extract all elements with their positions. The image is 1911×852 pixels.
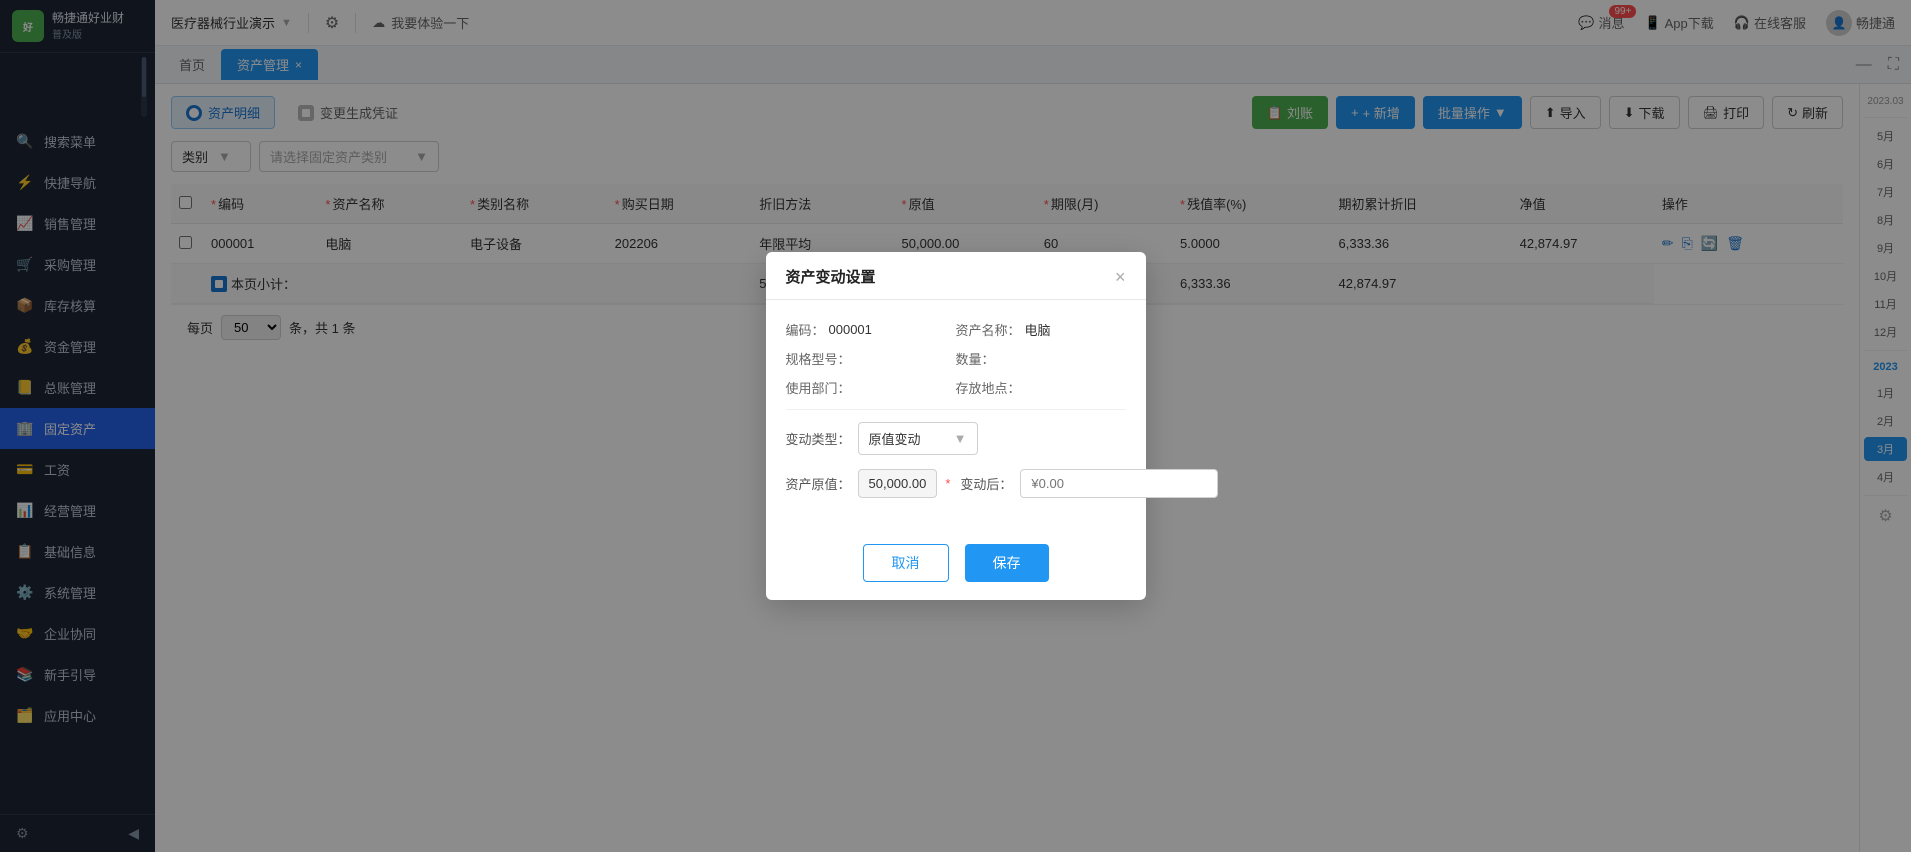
modal-spec-label: 规格型号：: [786, 349, 851, 368]
modal-code-item: 编码： 000001: [786, 320, 956, 339]
modal-name-label: 资产名称：: [956, 320, 1021, 339]
modal-spec-item: 规格型号：: [786, 349, 956, 368]
change-type-select[interactable]: 原值变动 ▼: [858, 422, 978, 455]
modal-overlay[interactable]: 资产变动设置 × 编码： 000001 资产名称： 电脑 规格型号：: [0, 0, 1911, 852]
modal-original-value-display: 50,000.00: [858, 469, 938, 498]
modal-original-value-label: 资产原值：: [786, 474, 858, 493]
modal-code-value: 000001: [829, 322, 872, 337]
required-star: *: [945, 476, 950, 491]
modal-name-value: 电脑: [1025, 320, 1051, 339]
modal-qty-item: 数量：: [956, 349, 1126, 368]
save-button[interactable]: 保存: [965, 544, 1049, 582]
modal-code-label: 编码：: [786, 320, 825, 339]
modal-location-label: 存放地点：: [956, 378, 1021, 397]
modal-change-type-label: 变动类型：: [786, 429, 858, 448]
modal-name-item: 资产名称： 电脑: [956, 320, 1126, 339]
modal-value-row: 资产原值： 50,000.00 * 变动后：: [786, 469, 1126, 498]
change-type-value: 原值变动: [869, 429, 921, 448]
modal-change-type-control: 原值变动 ▼: [858, 422, 1126, 455]
modal-footer: 取消 保存: [766, 532, 1146, 600]
asset-change-modal: 资产变动设置 × 编码： 000001 资产名称： 电脑 规格型号：: [766, 252, 1146, 600]
modal-close-button[interactable]: ×: [1115, 268, 1126, 286]
modal-dept-label: 使用部门：: [786, 378, 851, 397]
modal-info-row-2: 规格型号： 数量：: [786, 349, 1126, 368]
after-change-input[interactable]: [1020, 469, 1218, 498]
change-type-dropdown-icon: ▼: [954, 431, 967, 446]
after-change-label: 变动后：: [960, 474, 1012, 493]
modal-info-row-1: 编码： 000001 资产名称： 电脑: [786, 320, 1126, 339]
modal-qty-label: 数量：: [956, 349, 995, 368]
cancel-button[interactable]: 取消: [863, 544, 949, 582]
modal-title: 资产变动设置: [786, 266, 876, 287]
modal-divider: [786, 409, 1126, 410]
modal-header: 资产变动设置 ×: [766, 252, 1146, 300]
modal-info-row-3: 使用部门： 存放地点：: [786, 378, 1126, 397]
modal-value-control: 50,000.00 * 变动后：: [858, 469, 1219, 498]
modal-dept-item: 使用部门：: [786, 378, 956, 397]
modal-location-item: 存放地点：: [956, 378, 1126, 397]
modal-body: 编码： 000001 资产名称： 电脑 规格型号： 数量：: [766, 300, 1146, 532]
modal-change-type-row: 变动类型： 原值变动 ▼: [786, 422, 1126, 455]
